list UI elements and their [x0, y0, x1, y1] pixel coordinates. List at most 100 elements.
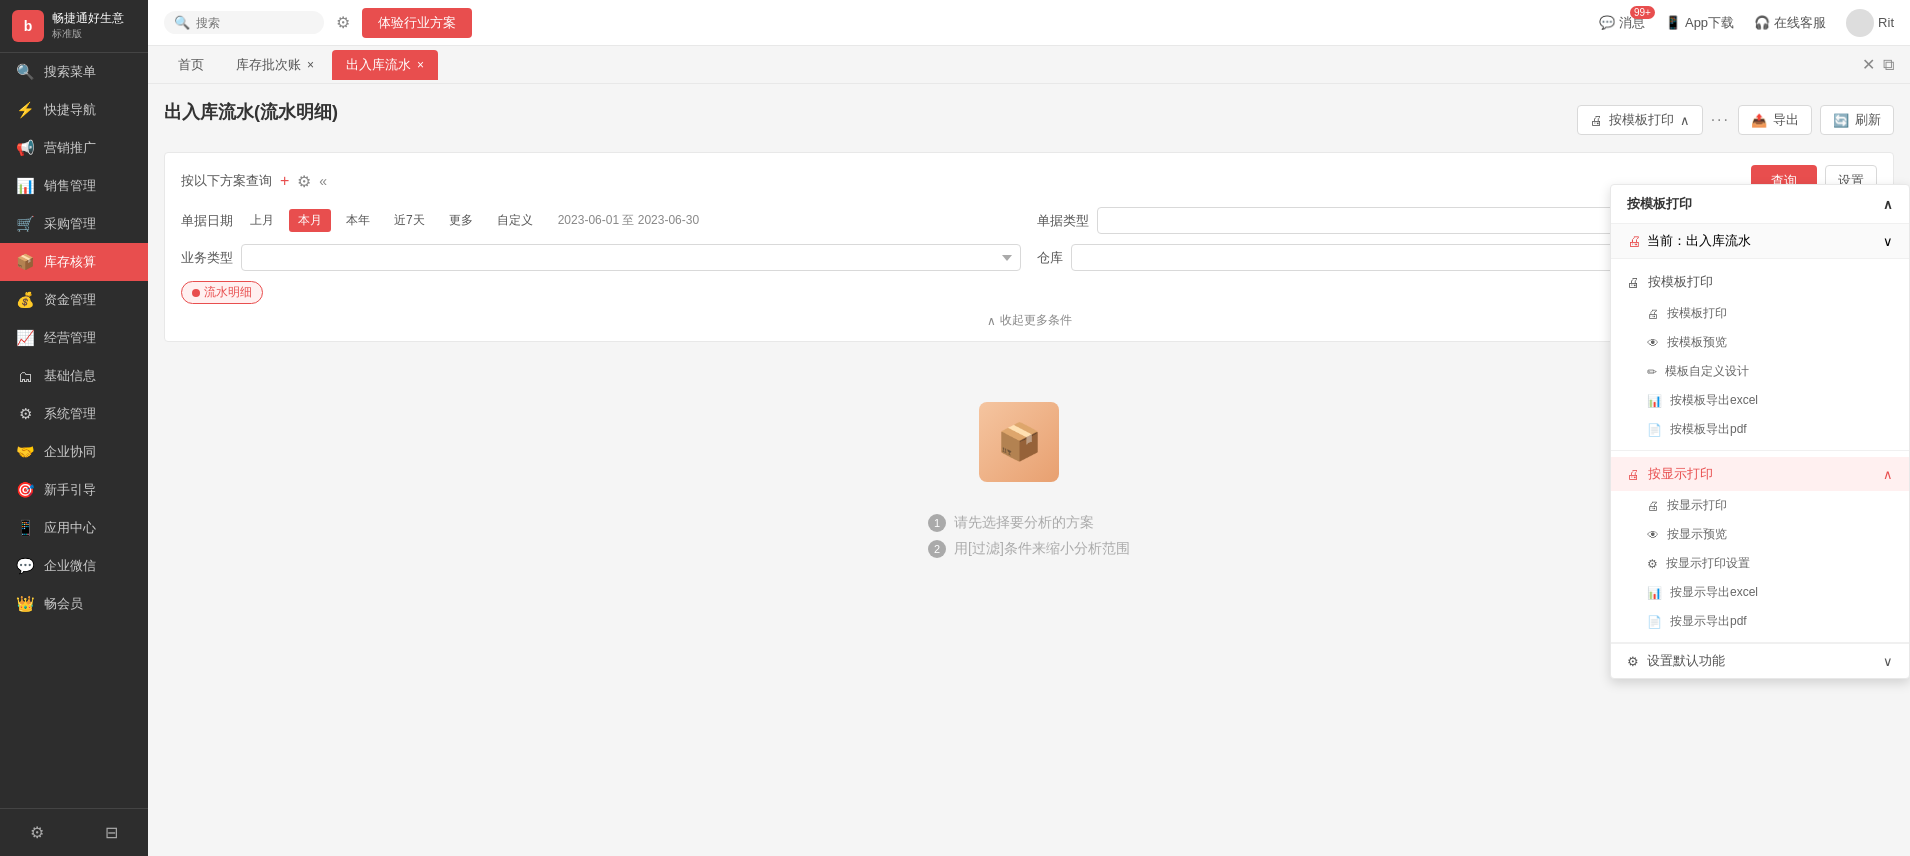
- dropdown-item-display-print-settings[interactable]: ⚙ 按显示打印设置: [1611, 549, 1909, 578]
- template-print-btn[interactable]: 🖨 按模板打印 ∧: [1577, 105, 1703, 135]
- tab-home[interactable]: 首页: [164, 50, 218, 80]
- display-section-chevron: ∧: [1883, 467, 1893, 482]
- empty-icon-box: 📦: [979, 402, 1059, 482]
- sidebar-collapse-btn[interactable]: ⊟: [97, 819, 126, 846]
- dropdown-item-template-pdf[interactable]: 📄 按模板导出pdf: [1611, 415, 1909, 444]
- dropdown-item-template-excel[interactable]: 📊 按模板导出excel: [1611, 386, 1909, 415]
- dropdown-set-default[interactable]: ⚙ 设置默认功能 ∨: [1611, 643, 1909, 678]
- display-settings-label: 按显示打印设置: [1666, 555, 1750, 572]
- step-num-1: 1: [928, 514, 946, 532]
- dropdown-current[interactable]: 🖨 当前：出入库流水 ∨: [1611, 224, 1909, 259]
- tab-inout-flow[interactable]: 出入库流水 ×: [332, 50, 438, 80]
- sidebar-settings-btn[interactable]: ⚙: [22, 819, 52, 846]
- dropdown-item-template-preview[interactable]: 👁 按模板预览: [1611, 328, 1909, 357]
- template-print-item-label: 按模板打印: [1667, 305, 1727, 322]
- export-icon: 📤: [1751, 113, 1767, 128]
- doctype-field-label: 单据类型: [1037, 212, 1089, 230]
- sidebar-item-basic[interactable]: 🗂基础信息: [0, 357, 148, 395]
- app-download-btn[interactable]: 📱 App下载: [1665, 14, 1734, 32]
- dropdown-item-template-print[interactable]: 🖨 按模板打印: [1611, 299, 1909, 328]
- empty-steps: 1 请先选择要分析的方案 2 用[过滤]条件来缩小分析范围: [928, 514, 1130, 558]
- sidebar-icon-quick-nav: ⚡: [16, 101, 34, 119]
- set-default-icon: ⚙: [1627, 654, 1639, 669]
- user-avatar[interactable]: Rit: [1846, 9, 1894, 37]
- dropdown-item-display-print[interactable]: 🖨 按显示打印: [1611, 491, 1909, 520]
- sidebar-item-inventory[interactable]: 📦库存核算: [0, 243, 148, 281]
- date-tab-this-year[interactable]: 本年: [337, 209, 379, 232]
- sidebar-item-wechat[interactable]: 💬企业微信: [0, 547, 148, 585]
- sidebar-label-member: 畅会员: [44, 595, 83, 613]
- dropdown-header: 按模板打印 ∧: [1611, 185, 1909, 224]
- sidebar-item-quick-nav[interactable]: ⚡ 快捷导航: [0, 91, 148, 129]
- sidebar-label-quick-nav: 快捷导航: [44, 101, 96, 119]
- sidebar-icon-marketing: 📢: [16, 139, 34, 157]
- dropdown-section-template-header[interactable]: 🖨 按模板打印: [1611, 265, 1909, 299]
- more-dots-btn[interactable]: ···: [1711, 111, 1730, 129]
- app-download-icon: 📱: [1665, 15, 1681, 30]
- chip-label: 流水明细: [204, 284, 252, 301]
- sidebar-label-app-center: 应用中心: [44, 519, 96, 537]
- page-content: 出入库流水(流水明细) 🖨 按模板打印 ∧ ··· 📤 导出 🔄 刷新: [148, 84, 1910, 856]
- sidebar-icon-finance: 💰: [16, 291, 34, 309]
- sidebar-icon-operation: 📈: [16, 329, 34, 347]
- topbar: 🔍 ⚙ 体验行业方案 💬 消息 99+ 📱 App下载 🎧 在线客服 Rit: [148, 0, 1910, 46]
- sidebar-item-system[interactable]: ⚙系统管理: [0, 395, 148, 433]
- date-tab-this-month[interactable]: 本月: [289, 209, 331, 232]
- tabbar-right: ✕ ⧉: [1862, 55, 1894, 74]
- filter-add-btn[interactable]: +: [280, 172, 289, 190]
- dropdown-section-display-header[interactable]: 🖨 按显示打印 ∧: [1611, 457, 1909, 491]
- search-input[interactable]: [196, 16, 296, 30]
- topbar-gear-icon[interactable]: ⚙: [336, 13, 350, 32]
- trial-btn[interactable]: 体验行业方案: [362, 8, 472, 38]
- display-print-icon-item: 🖨: [1647, 499, 1659, 513]
- sidebar-item-finance[interactable]: 💰资金管理: [0, 281, 148, 319]
- headset-icon: 🎧: [1754, 15, 1770, 30]
- sidebar-item-search-menu[interactable]: 🔍搜索菜单: [0, 53, 148, 91]
- date-tab-last-month[interactable]: 上月: [241, 209, 283, 232]
- date-tab-more[interactable]: 更多: [440, 209, 482, 232]
- sidebar-item-operation[interactable]: 📈经营管理: [0, 319, 148, 357]
- date-tab-7days[interactable]: 近7天: [385, 209, 434, 232]
- tab-close-all-icon[interactable]: ✕: [1862, 55, 1875, 74]
- sidebar-item-enterprise[interactable]: 🤝企业协同: [0, 433, 148, 471]
- date-tab-custom[interactable]: 自定义: [488, 209, 542, 232]
- dropdown-item-template-customize[interactable]: ✏ 模板自定义设计: [1611, 357, 1909, 386]
- dropdown-header-label: 按模板打印: [1627, 195, 1692, 213]
- topbar-search[interactable]: 🔍: [164, 11, 324, 34]
- filter-biztype-field: 业务类型: [181, 244, 1021, 271]
- template-print-icon-item: 🖨: [1647, 307, 1659, 321]
- dropdown-item-display-preview[interactable]: 👁 按显示预览: [1611, 520, 1909, 549]
- tab-inout-flow-label: 出入库流水: [346, 56, 411, 74]
- empty-step-2: 2 用[过滤]条件来缩小分析范围: [928, 540, 1130, 558]
- filter-collapse-btn[interactable]: «: [319, 173, 327, 189]
- sidebar-item-sales[interactable]: 📊销售管理: [0, 167, 148, 205]
- export-label: 导出: [1773, 111, 1799, 129]
- sidebar-item-member[interactable]: 👑畅会员: [0, 585, 148, 623]
- current-print-icon: 🖨: [1627, 233, 1641, 249]
- display-settings-icon: ⚙: [1647, 557, 1658, 571]
- dropdown-current-inner: 🖨 当前：出入库流水: [1627, 232, 1751, 250]
- actions-right: 🖨 按模板打印 ∧ ··· 📤 导出 🔄 刷新: [1577, 105, 1894, 135]
- tab-inout-flow-close[interactable]: ×: [417, 58, 424, 72]
- step-2-text: 用[过滤]条件来缩小分析范围: [954, 540, 1130, 558]
- dropdown-item-display-excel[interactable]: 📊 按显示导出excel: [1611, 578, 1909, 607]
- display-preview-label: 按显示预览: [1667, 526, 1727, 543]
- tab-batch-account-close[interactable]: ×: [307, 58, 314, 72]
- tab-batch-account[interactable]: 库存批次账 ×: [222, 50, 328, 80]
- sidebar-item-marketing[interactable]: 📢营销推广: [0, 129, 148, 167]
- sidebar-item-guide[interactable]: 🎯新手引导: [0, 471, 148, 509]
- sidebar-item-app-center[interactable]: 📱应用中心: [0, 509, 148, 547]
- message-btn[interactable]: 💬 消息 99+: [1599, 14, 1645, 32]
- filter-setting-btn[interactable]: ⚙: [297, 172, 311, 191]
- tab-expand-icon[interactable]: ⧉: [1883, 56, 1894, 74]
- dropdown-item-display-pdf[interactable]: 📄 按显示导出pdf: [1611, 607, 1909, 636]
- online-service-btn[interactable]: 🎧 在线客服: [1754, 14, 1826, 32]
- filter-chip[interactable]: 流水明细: [181, 281, 263, 304]
- refresh-btn[interactable]: 🔄 刷新: [1820, 105, 1894, 135]
- logo-text: 畅捷通好生意: [52, 11, 124, 27]
- sidebar-item-purchase[interactable]: 🛒采购管理: [0, 205, 148, 243]
- template-preview-label: 按模板预览: [1667, 334, 1727, 351]
- export-btn[interactable]: 📤 导出: [1738, 105, 1812, 135]
- filter-date-field: 单据日期 上月 本月 本年 近7天 更多 自定义 2023-06-01 至 20…: [181, 209, 1021, 232]
- biztype-select[interactable]: [241, 244, 1021, 271]
